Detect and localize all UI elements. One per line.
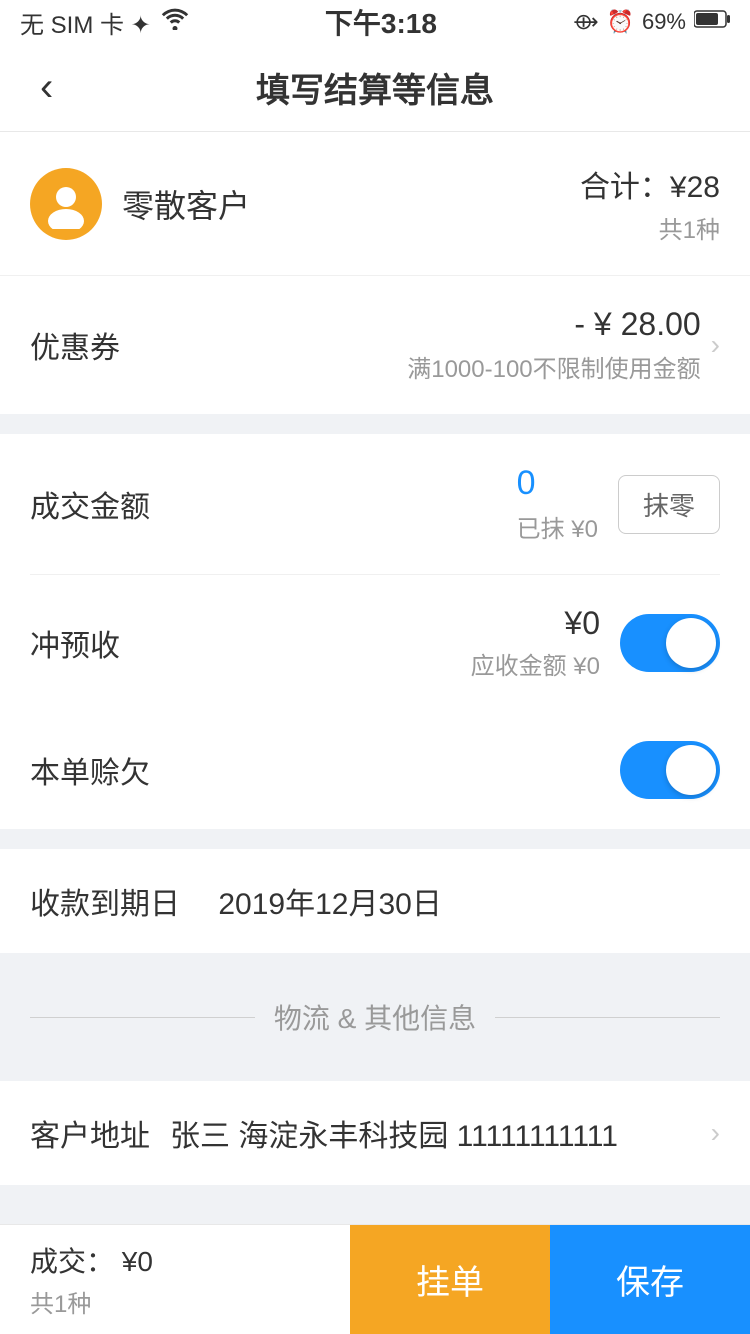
bottom-transaction: 成交： ¥0 bbox=[30, 1240, 320, 1280]
wifi-icon bbox=[161, 8, 189, 37]
bottom-transaction-value: ¥0 bbox=[122, 1246, 153, 1277]
prepay-toggle[interactable] bbox=[620, 614, 720, 672]
logistics-header: 物流 & 其他信息 bbox=[0, 973, 750, 1061]
logistics-label: 物流 & 其他信息 bbox=[274, 1003, 476, 1034]
prepay-amount: ¥0 bbox=[471, 605, 600, 642]
amount-label: 成交金额 bbox=[30, 482, 150, 526]
save-button[interactable]: 保存 bbox=[550, 1225, 750, 1334]
amount-row: 成交金额 0 已抹 ¥0 抹零 bbox=[30, 434, 720, 575]
status-right: ⟴ ⏰ 69% bbox=[573, 9, 730, 35]
prepay-amounts: ¥0 应收金额 ¥0 bbox=[471, 605, 600, 681]
round-button[interactable]: 抹零 bbox=[618, 475, 720, 534]
status-bar: 无 SIM 卡 ✦ 下午3:18 ⟴ ⏰ 69% bbox=[0, 0, 750, 44]
coupon-right: - ¥ 28.00 满1000-100不限制使用金额 bbox=[407, 306, 700, 384]
debt-label: 本单赊欠 bbox=[30, 748, 150, 792]
bottom-info: 成交： ¥0 共1种 bbox=[0, 1240, 350, 1319]
divider-1 bbox=[0, 953, 750, 973]
customer-row: 零散客户 合计：¥28 共1种 bbox=[0, 132, 750, 275]
total-amount: 合计：¥28 bbox=[580, 162, 720, 206]
toggle-knob bbox=[666, 618, 716, 668]
coupon-row[interactable]: 优惠券 - ¥ 28.00 满1000-100不限制使用金额 › bbox=[0, 275, 750, 414]
coupon-label: 优惠券 bbox=[30, 323, 120, 367]
amount-section: 成交金额 0 已抹 ¥0 抹零 冲预收 ¥0 应收金额 ¥0 bbox=[0, 434, 750, 711]
bottom-count: 共1种 bbox=[30, 1284, 320, 1319]
amount-right: 0 已抹 ¥0 抹零 bbox=[517, 464, 720, 544]
customer-avatar bbox=[30, 168, 102, 240]
due-date-label: 收款到期日 bbox=[30, 888, 180, 921]
alarm-icon: ⏰ bbox=[607, 9, 634, 35]
content: 零散客户 合计：¥28 共1种 优惠券 - ¥ 28.00 满1000-100不… bbox=[0, 132, 750, 1305]
coupon-discount: - ¥ 28.00 bbox=[407, 306, 700, 343]
customer-section: 零散客户 合计：¥28 共1种 优惠券 - ¥ 28.00 满1000-100不… bbox=[0, 132, 750, 414]
prepay-sub: 应收金额 ¥0 bbox=[471, 646, 600, 681]
total-count: 共1种 bbox=[580, 210, 720, 245]
address-label: 客户地址 bbox=[30, 1111, 150, 1155]
amount-sub: 已抹 ¥0 bbox=[517, 509, 598, 544]
status-left: 无 SIM 卡 ✦ bbox=[20, 5, 189, 40]
location-icon: ⟴ bbox=[573, 9, 598, 35]
battery-label: 69% bbox=[642, 9, 686, 35]
address-chevron-icon: › bbox=[711, 1117, 720, 1149]
bottom-bar: 成交： ¥0 共1种 挂单 保存 bbox=[0, 1224, 750, 1334]
sim-label: 无 SIM 卡 ✦ bbox=[20, 5, 151, 40]
debt-toggle-knob bbox=[666, 745, 716, 795]
hang-button[interactable]: 挂单 bbox=[350, 1225, 550, 1334]
amount-value: 0 bbox=[517, 464, 536, 502]
coupon-chevron-icon: › bbox=[711, 329, 720, 361]
prepay-right: ¥0 应收金额 ¥0 bbox=[471, 605, 720, 681]
address-section[interactable]: 客户地址 张三 海淀永丰科技园 11111111111 › bbox=[0, 1081, 750, 1185]
prepay-label: 冲预收 bbox=[30, 621, 120, 665]
back-button[interactable]: ‹ bbox=[30, 55, 63, 120]
status-time: 下午3:18 bbox=[325, 2, 437, 42]
customer-name: 零散客户 bbox=[122, 181, 250, 227]
customer-right: 合计：¥28 共1种 bbox=[580, 162, 720, 245]
battery-icon bbox=[694, 9, 730, 35]
nav-bar: ‹ 填写结算等信息 bbox=[0, 44, 750, 132]
customer-left: 零散客户 bbox=[30, 168, 250, 240]
page-title: 填写结算等信息 bbox=[256, 63, 494, 112]
due-date-section: 收款到期日 2019年12月30日 bbox=[0, 849, 750, 953]
address-value: 张三 海淀永丰科技园 11111111111 bbox=[170, 1111, 711, 1155]
debt-toggle[interactable] bbox=[620, 741, 720, 799]
coupon-desc: 满1000-100不限制使用金额 bbox=[407, 349, 700, 384]
debt-section: 本单赊欠 bbox=[0, 711, 750, 829]
prepay-row: 冲预收 ¥0 应收金额 ¥0 bbox=[30, 575, 720, 711]
due-date-value: 2019年12月30日 bbox=[218, 888, 441, 921]
